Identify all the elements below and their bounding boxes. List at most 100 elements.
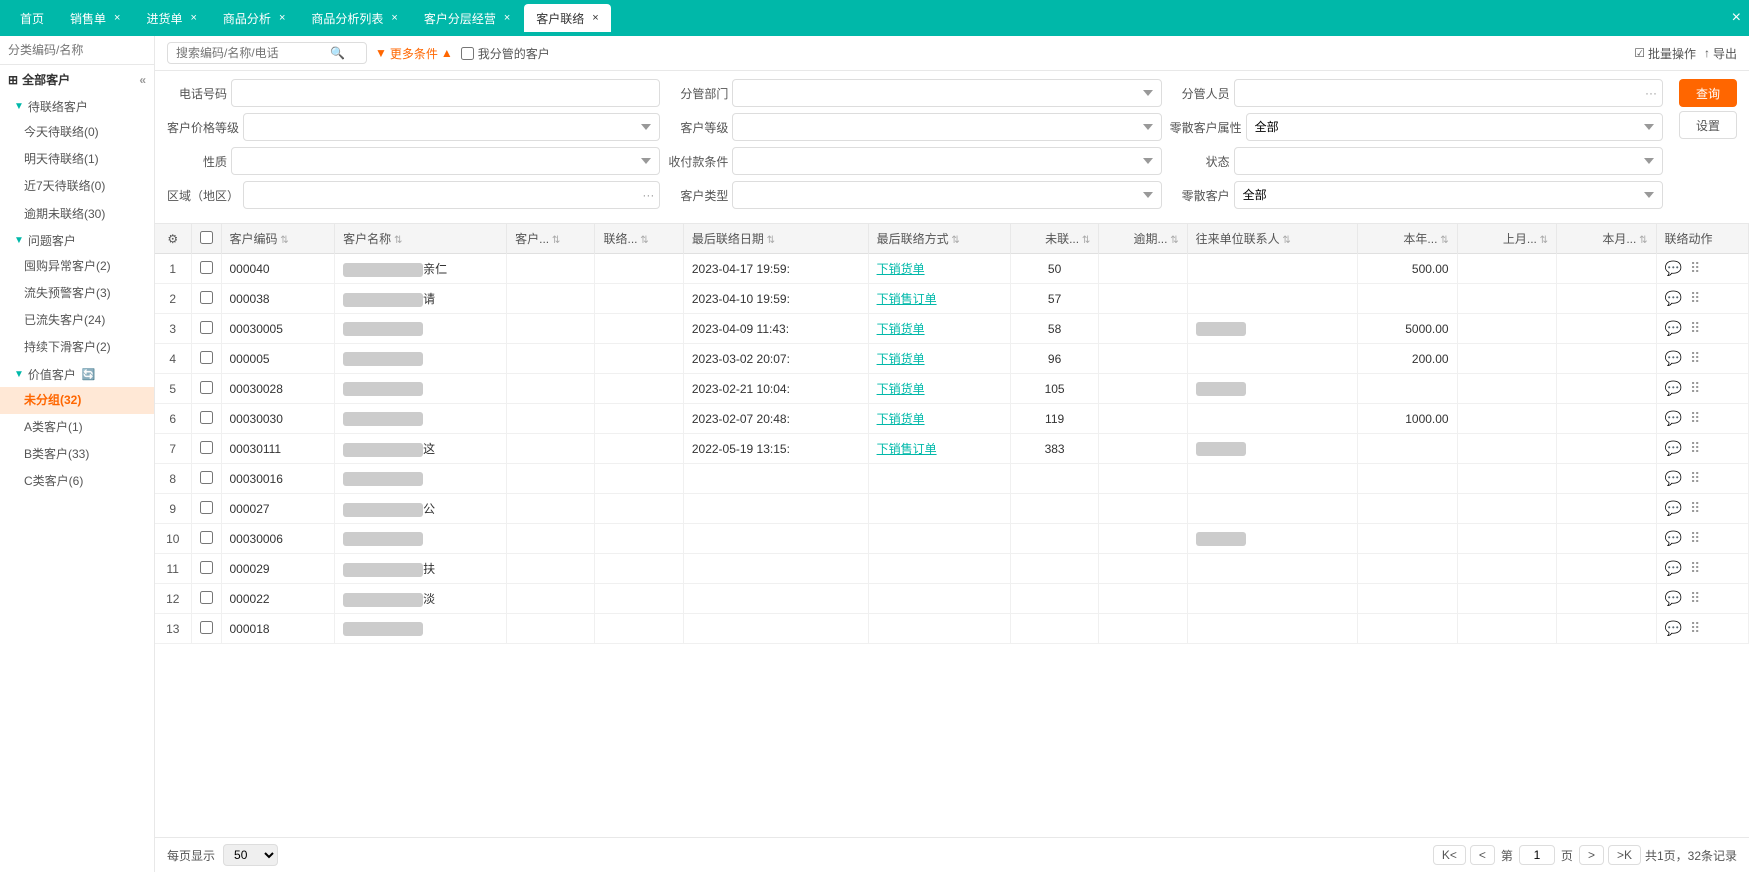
chat-icon[interactable]: 💬 <box>1665 590 1682 607</box>
cell-method[interactable]: 下销货单 <box>868 314 1010 344</box>
sidebar-item-churn-warning[interactable]: 流失预警客户(3) <box>0 280 154 307</box>
select-customer-level[interactable] <box>732 113 1161 141</box>
more-icon[interactable]: ⠿ <box>1690 290 1700 307</box>
sidebar-item-overdue-pending[interactable]: 逾期未联络(30) <box>0 201 154 228</box>
more-icon[interactable]: ⠿ <box>1690 410 1700 427</box>
cell-check[interactable] <box>191 374 221 404</box>
th-unit-contact[interactable]: 往来单位联系人 <box>1187 224 1358 254</box>
dots-icon[interactable]: ··· <box>642 188 654 202</box>
select-price-level[interactable] <box>243 113 660 141</box>
chat-icon[interactable]: 💬 <box>1665 410 1682 427</box>
chat-icon[interactable]: 💬 <box>1665 560 1682 577</box>
sidebar-item-tomorrow-pending[interactable]: 明天待联络(1) <box>0 146 154 173</box>
sidebar-group-value[interactable]: ▼ 价值客户 🔄 <box>0 362 154 387</box>
collapse-icon[interactable]: « <box>139 73 146 87</box>
cell-check[interactable] <box>191 584 221 614</box>
last-page-button[interactable]: >K <box>1608 845 1641 865</box>
cell-method[interactable]: 下销售订单 <box>868 434 1010 464</box>
batch-op-button[interactable]: ☑ 批量操作 <box>1634 45 1696 62</box>
method-link[interactable]: 下销货单 <box>877 412 925 426</box>
my-customers-check[interactable] <box>461 47 474 60</box>
chat-icon[interactable]: 💬 <box>1665 320 1682 337</box>
search-icon[interactable]: 🔍 <box>330 46 345 60</box>
cell-check[interactable] <box>191 344 221 374</box>
sidebar-all-customers[interactable]: ⊞ 全部客户 « <box>0 65 154 94</box>
more-conditions-btn[interactable]: ▼ 更多条件 ▲ <box>375 45 453 62</box>
more-icon[interactable]: ⠿ <box>1690 320 1700 337</box>
th-price-level[interactable]: 客户... <box>507 224 595 254</box>
nav-tab-home[interactable]: 首页 <box>8 4 56 32</box>
per-page-select[interactable]: 50 100 200 <box>223 844 278 866</box>
sidebar-item-class-c[interactable]: C类客户(6) <box>0 468 154 495</box>
select-scatter-customer[interactable]: 全部 <box>1234 181 1663 209</box>
sidebar-item-churned[interactable]: 已流失客户(24) <box>0 307 154 334</box>
more-icon[interactable]: ⠿ <box>1690 500 1700 517</box>
cell-check[interactable] <box>191 404 221 434</box>
th-settings[interactable]: ⚙ <box>155 224 191 254</box>
th-overdue[interactable]: 逾期... <box>1099 224 1187 254</box>
sidebar-item-ungrouped[interactable]: 未分组(32) <box>0 387 154 414</box>
nav-tab-customer-contact[interactable]: 客户联络 × <box>524 4 610 32</box>
sidebar-item-declining[interactable]: 持续下滑客户(2) <box>0 334 154 361</box>
chat-icon[interactable]: 💬 <box>1665 500 1682 517</box>
select-customer-type[interactable] <box>732 181 1161 209</box>
sidebar-item-class-a[interactable]: A类客户(1) <box>0 414 154 441</box>
cell-method[interactable]: 下销货单 <box>868 254 1010 284</box>
check-all[interactable] <box>200 231 213 244</box>
cell-method[interactable] <box>868 464 1010 494</box>
chat-icon[interactable]: 💬 <box>1665 380 1682 397</box>
chat-icon[interactable]: 💬 <box>1665 620 1682 637</box>
cell-method[interactable]: 下销货单 <box>868 374 1010 404</box>
close-icon[interactable]: × <box>279 12 285 24</box>
th-last-date[interactable]: 最后联络日期 <box>683 224 868 254</box>
filter-search-input[interactable] <box>176 46 326 60</box>
select-payment[interactable] <box>732 147 1161 175</box>
window-close-icon[interactable]: × <box>1732 9 1741 27</box>
method-link[interactable]: 下销售订单 <box>877 442 937 456</box>
th-last-month[interactable]: 上月... <box>1457 224 1556 254</box>
method-link[interactable]: 下销货单 <box>877 322 925 336</box>
select-dept[interactable] <box>732 79 1161 107</box>
first-page-button[interactable]: K< <box>1433 845 1466 865</box>
cell-check[interactable] <box>191 554 221 584</box>
th-check[interactable] <box>191 224 221 254</box>
cell-method[interactable]: 下销货单 <box>868 404 1010 434</box>
input-manager[interactable] <box>1234 79 1663 107</box>
chat-icon[interactable]: 💬 <box>1665 440 1682 457</box>
method-link[interactable]: 下销货单 <box>877 262 925 276</box>
sidebar-item-today-pending[interactable]: 今天待联络(0) <box>0 119 154 146</box>
cell-method[interactable] <box>868 614 1010 644</box>
dots-icon[interactable]: ··· <box>1645 86 1657 100</box>
sidebar-group-problem[interactable]: ▼ 问题客户 <box>0 228 154 253</box>
th-name[interactable]: 客户名称 <box>335 224 507 254</box>
next-page-button[interactable]: > <box>1579 845 1604 865</box>
th-last-method[interactable]: 最后联络方式 <box>868 224 1010 254</box>
more-icon[interactable]: ⠿ <box>1690 260 1700 277</box>
th-uncontacted[interactable]: 未联... <box>1010 224 1098 254</box>
page-number-input[interactable] <box>1519 845 1555 865</box>
cell-method[interactable] <box>868 524 1010 554</box>
more-icon[interactable]: ⠿ <box>1690 380 1700 397</box>
more-icon[interactable]: ⠿ <box>1690 440 1700 457</box>
select-nature[interactable] <box>231 147 660 175</box>
chat-icon[interactable]: 💬 <box>1665 350 1682 367</box>
select-scatter-attr[interactable]: 全部 <box>1246 113 1663 141</box>
more-icon[interactable]: ⠿ <box>1690 530 1700 547</box>
cell-check[interactable] <box>191 524 221 554</box>
more-icon[interactable]: ⠿ <box>1690 350 1700 367</box>
my-customers-checkbox[interactable]: 我分管的客户 <box>461 45 550 62</box>
th-this-month[interactable]: 本月... <box>1557 224 1656 254</box>
input-region[interactable] <box>243 181 660 209</box>
th-this-year[interactable]: 本年... <box>1358 224 1457 254</box>
sidebar-item-class-b[interactable]: B类客户(33) <box>0 441 154 468</box>
chat-icon[interactable]: 💬 <box>1665 470 1682 487</box>
cell-method[interactable] <box>868 494 1010 524</box>
select-status[interactable] <box>1234 147 1663 175</box>
more-icon[interactable]: ⠿ <box>1690 470 1700 487</box>
close-icon[interactable]: × <box>592 12 598 24</box>
close-icon[interactable]: × <box>391 12 397 24</box>
more-icon[interactable]: ⠿ <box>1690 560 1700 577</box>
more-icon[interactable]: ⠿ <box>1690 620 1700 637</box>
reset-button[interactable]: 设置 <box>1679 111 1737 139</box>
method-link[interactable]: 下销售订单 <box>877 292 937 306</box>
